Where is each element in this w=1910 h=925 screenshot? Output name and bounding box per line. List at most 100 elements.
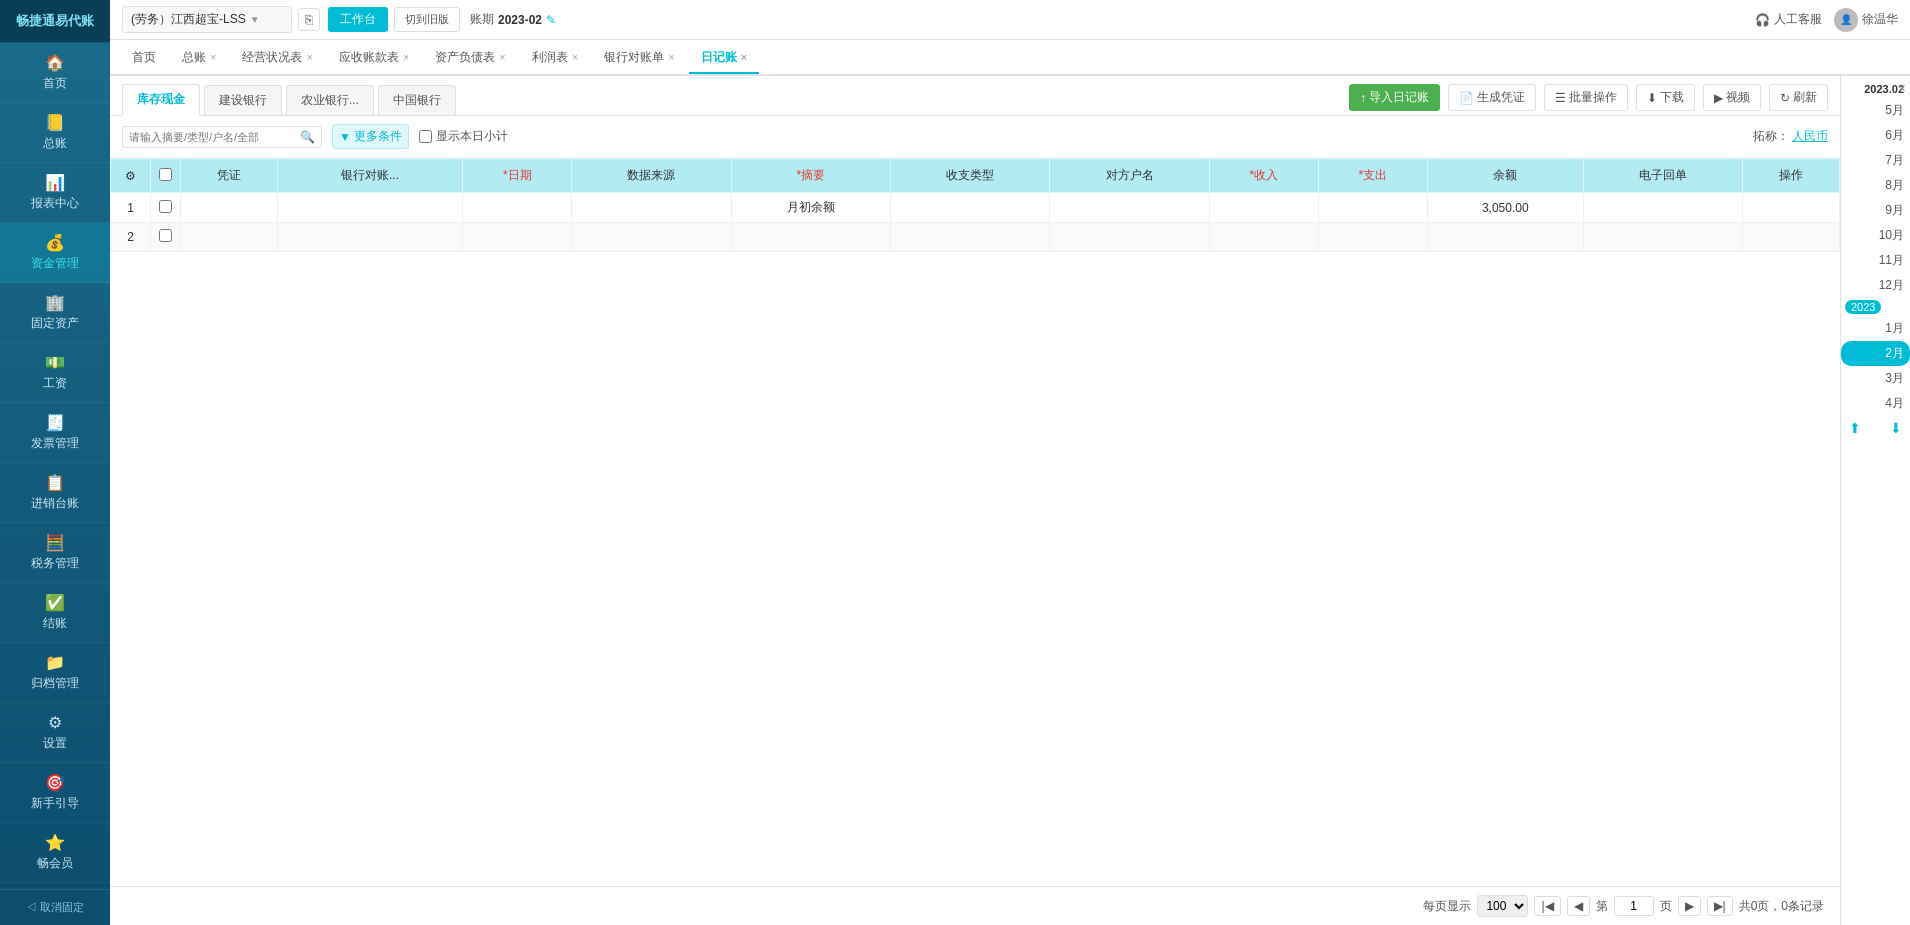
date-panel-month-4[interactable]: 4月 <box>1841 391 1910 416</box>
date-panel-month-12[interactable]: 12月 <box>1841 273 1910 298</box>
date-panel-month-3[interactable]: 3月 <box>1841 366 1910 391</box>
row-checkbox[interactable] <box>159 229 172 242</box>
date-panel-month-8[interactable]: 8月 <box>1841 173 1910 198</box>
tab-close-icon[interactable]: × <box>572 51 578 63</box>
date-panel-month-7[interactable]: 7月 <box>1841 148 1910 173</box>
date-nav-up-icon[interactable]: ⬆ <box>1845 418 1865 438</box>
row-checkbox-cell[interactable] <box>151 193 181 223</box>
tab-balance-sheet[interactable]: 资产负债表 × <box>423 43 517 74</box>
row-checkbox[interactable] <box>159 200 172 213</box>
date-panel-close-btn[interactable]: × <box>1898 80 1906 96</box>
tab-bar: 首页 总账 × 经营状况表 × 应收账款表 × 资产负债表 × 利润表 × 银行… <box>110 40 1910 76</box>
archive-icon: 📁 <box>45 653 65 672</box>
per-page-select[interactable]: 100 50 200 <box>1477 895 1528 917</box>
bank-tab-agriculture[interactable]: 农业银行... <box>286 85 374 115</box>
search-icon: 🔍 <box>300 130 315 144</box>
tab-receivable[interactable]: 应收账款表 × <box>327 43 421 74</box>
show-today-checkbox[interactable] <box>419 130 432 143</box>
tab-home[interactable]: 首页 <box>120 43 168 74</box>
date-panel-month-11[interactable]: 11月 <box>1841 248 1910 273</box>
sidebar-item-close[interactable]: ✅ 结账 <box>0 583 110 643</box>
tab-journal[interactable]: 日记账 × <box>689 43 759 74</box>
customer-service-btn[interactable]: 🎧 人工客服 <box>1755 11 1822 28</box>
refresh-btn[interactable]: ↻ 刷新 <box>1769 84 1828 111</box>
select-all-checkbox[interactable] <box>159 168 172 181</box>
tab-close-icon[interactable]: × <box>306 51 312 63</box>
document-icon: 📄 <box>1459 91 1474 105</box>
currency-selector[interactable]: 人民币 <box>1792 129 1828 143</box>
checkbox-col-header <box>151 159 181 193</box>
last-page-btn[interactable]: ▶| <box>1707 896 1733 916</box>
sidebar-item-home[interactable]: 🏠 首页 <box>0 43 110 103</box>
tab-close-icon[interactable]: × <box>668 51 674 63</box>
old-version-btn[interactable]: 切到旧版 <box>394 7 460 32</box>
date-panel-month-9[interactable]: 9月 <box>1841 198 1910 223</box>
date-panel-month-2[interactable]: 2月 <box>1841 341 1910 366</box>
currency-label: 拓称： 人民币 <box>1753 128 1828 145</box>
bank-tab-cash[interactable]: 库存现金 <box>122 84 200 116</box>
user-name: 徐温华 <box>1862 11 1898 28</box>
tab-bank-statement[interactable]: 银行对账单 × <box>592 43 686 74</box>
page-input[interactable] <box>1614 896 1654 916</box>
page-label: 第 <box>1596 898 1608 915</box>
sidebar-item-label: 工资 <box>43 375 67 392</box>
sidebar: 畅捷通易代账 🏠 首页 📒 总账 📊 报表中心 💰 资金管理 🏢 固定资产 💵 … <box>0 0 110 925</box>
sidebar-item-finance[interactable]: 💰 资金管理 <box>0 223 110 283</box>
voucher-col-header: 凭证 <box>181 159 278 193</box>
import-journal-btn[interactable]: ↑ 导入日记账 <box>1349 84 1440 111</box>
settings-icon: ⚙ <box>48 713 62 732</box>
sidebar-item-salary[interactable]: 💵 工资 <box>0 343 110 403</box>
year-badge: 2023 <box>1845 300 1881 314</box>
batch-operate-btn[interactable]: ☰ 批量操作 <box>1544 84 1628 111</box>
sidebar-unpin-btn[interactable]: ◁ 取消固定 <box>0 889 110 925</box>
period-value: 2023-02 <box>498 13 542 27</box>
company-selector[interactable]: (劳务）江西超宝-LSS ▼ <box>122 6 292 33</box>
next-page-btn[interactable]: ▶ <box>1678 896 1701 916</box>
prev-page-btn[interactable]: ◀ <box>1567 896 1590 916</box>
sidebar-item-member[interactable]: ⭐ 畅会员 <box>0 823 110 883</box>
tab-business-status[interactable]: 经营状况表 × <box>230 43 324 74</box>
download-btn[interactable]: ⬇ 下载 <box>1636 84 1695 111</box>
user-profile-btn[interactable]: 👤 徐温华 <box>1834 8 1898 32</box>
workbench-btn[interactable]: 工作台 <box>328 7 388 32</box>
date-panel-month-5[interactable]: 5月 <box>1841 98 1910 123</box>
tab-close-icon[interactable]: × <box>499 51 505 63</box>
search-input-wrap[interactable]: 🔍 <box>122 126 322 148</box>
date-panel-month-1[interactable]: 1月 <box>1841 316 1910 341</box>
sidebar-item-assets[interactable]: 🏢 固定资产 <box>0 283 110 343</box>
sidebar-item-stock[interactable]: 📋 进销台账 <box>0 463 110 523</box>
first-page-btn[interactable]: |◀ <box>1534 896 1560 916</box>
sidebar-item-invoice[interactable]: 🧾 发票管理 <box>0 403 110 463</box>
sidebar-item-reports[interactable]: 📊 报表中心 <box>0 163 110 223</box>
tab-close-icon[interactable]: × <box>210 51 216 63</box>
show-today-checkbox-label[interactable]: 显示本日小计 <box>419 128 508 145</box>
sidebar-item-guide[interactable]: 🎯 新手引导 <box>0 763 110 823</box>
search-input[interactable] <box>129 131 296 143</box>
sidebar-item-settings[interactable]: ⚙ 设置 <box>0 703 110 763</box>
sidebar-item-archive[interactable]: 📁 归档管理 <box>0 643 110 703</box>
date-nav-down-icon[interactable]: ⬇ <box>1886 418 1906 438</box>
bank-tab-china[interactable]: 中国银行 <box>378 85 456 115</box>
refresh-icon: ↻ <box>1780 91 1790 105</box>
tab-profit[interactable]: 利润表 × <box>520 43 590 74</box>
date-panel-month-10[interactable]: 10月 <box>1841 223 1910 248</box>
tab-ledger[interactable]: 总账 × <box>170 43 228 74</box>
filter-icon: ▼ <box>339 130 351 144</box>
bank-tab-construction[interactable]: 建设银行 <box>204 85 282 115</box>
tab-close-icon[interactable]: × <box>741 51 747 63</box>
more-conditions-btn[interactable]: ▼ 更多条件 <box>332 124 409 149</box>
summary-col-header: *摘要 <box>731 159 890 193</box>
row-checkbox-cell[interactable] <box>151 223 181 252</box>
action-col-header: 操作 <box>1743 159 1840 193</box>
bank-reconcile-cell <box>277 223 463 252</box>
content-area: 库存现金 建设银行 农业银行... 中国银行 ↑ 导入日记账 <box>110 76 1910 925</box>
tab-close-icon[interactable]: × <box>403 51 409 63</box>
sidebar-item-ledger[interactable]: 📒 总账 <box>0 103 110 163</box>
video-btn[interactable]: ▶ 视频 <box>1703 84 1761 111</box>
date-panel-month-6[interactable]: 6月 <box>1841 123 1910 148</box>
counterpart-col-header: 对方户名 <box>1050 159 1209 193</box>
copy-btn[interactable]: ⎘ <box>298 8 320 31</box>
sidebar-item-tax[interactable]: 🧮 税务管理 <box>0 523 110 583</box>
period-edit-icon[interactable]: ✎ <box>546 13 556 27</box>
generate-voucher-btn[interactable]: 📄 生成凭证 <box>1448 84 1536 111</box>
